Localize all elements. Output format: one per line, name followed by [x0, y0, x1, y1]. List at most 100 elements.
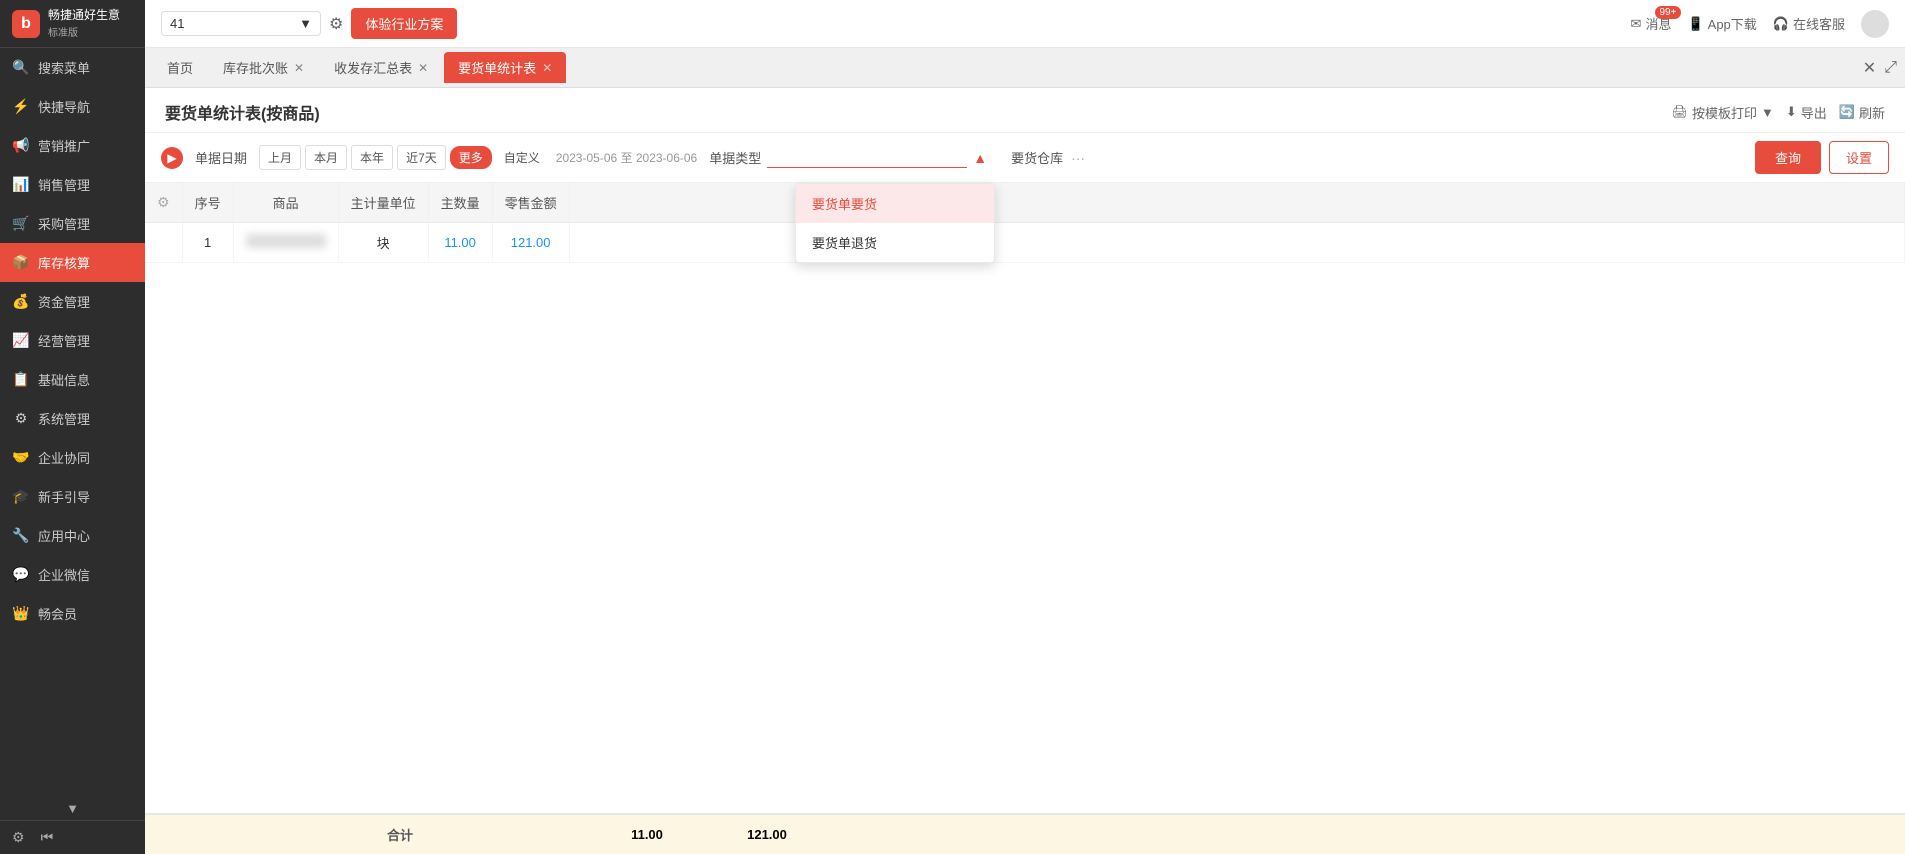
- th-settings[interactable]: ⚙: [145, 183, 182, 223]
- tab-recv-send[interactable]: 收发存汇总表 ✕: [320, 52, 442, 83]
- table-row: 1 块 11.00 121.00: [145, 223, 1905, 263]
- date-range-display: 2023-05-06 至 2023-06-06: [556, 149, 697, 166]
- tabbar: 首页 库存批次账 ✕ 收发存汇总表 ✕ 要货单统计表 ✕ ✕ ⤢: [145, 48, 1905, 88]
- page-actions: 🖨 按模板打印 ▼ ⬇ 导出 🔄 刷新: [1671, 103, 1885, 122]
- settings-icon[interactable]: ⚙: [12, 829, 25, 846]
- sidebar-item-search[interactable]: 🔍 搜索菜单: [0, 48, 145, 87]
- date-filter-buttons: 上月 本月 本年 近7天 更多: [259, 145, 492, 170]
- type-dropdown-arrow[interactable]: ▲: [973, 150, 987, 166]
- app-download-label: App下载: [1708, 14, 1757, 33]
- tab-close-icon[interactable]: ✕: [294, 61, 304, 75]
- sidebar-item-app[interactable]: 🔧 应用中心: [0, 516, 145, 555]
- sidebar-item-label: 资金管理: [38, 292, 90, 311]
- message-icon: ✉: [1631, 16, 1642, 32]
- tab-close-all-icon[interactable]: ✕: [1863, 58, 1876, 78]
- print-label: 按模板打印: [1692, 103, 1757, 122]
- content-area: 要货单统计表(按商品) 🖨 按模板打印 ▼ ⬇ 导出 🔄 刷新 ▶: [145, 88, 1905, 854]
- service-label: 在线客服: [1793, 14, 1845, 33]
- operation-icon: 📈: [12, 332, 30, 350]
- data-table: ⚙ 序号 商品 主计量单位 主数量 零售金额 1 块 11.00 121.0: [145, 183, 1905, 263]
- sidebar-item-collab[interactable]: 🤝 企业协同: [0, 438, 145, 477]
- wechat-icon: 💬: [12, 566, 30, 584]
- dropdown-item-1[interactable]: 要货单退货: [796, 223, 994, 262]
- sidebar-scroll-down[interactable]: ▼: [0, 797, 145, 820]
- dropdown-item-0[interactable]: 要货单要货: [796, 184, 994, 223]
- btn-custom[interactable]: 自定义: [504, 149, 540, 166]
- store-select[interactable]: 41 ▼: [161, 11, 321, 36]
- td-amount[interactable]: 121.00: [492, 223, 569, 263]
- footer-label: 合计: [157, 825, 587, 844]
- tab-inventory-batch[interactable]: 库存批次账 ✕: [209, 52, 318, 83]
- print-action[interactable]: 🖨 按模板打印 ▼: [1671, 103, 1773, 122]
- total-label: 合计: [387, 828, 413, 843]
- settings-btn[interactable]: 设置: [1829, 141, 1889, 174]
- td-qty[interactable]: 11.00: [428, 223, 492, 263]
- td-settings: [145, 223, 182, 263]
- filter-expand-btn[interactable]: ▶: [161, 147, 183, 169]
- system-icon: ⚙: [12, 410, 30, 428]
- sidebar-nav: 🔍 搜索菜单 ⚡ 快捷导航 📢 营销推广 📊 销售管理 🛒 采购管理 📦 库存核…: [0, 48, 145, 797]
- sales-icon: 📊: [12, 176, 30, 194]
- app-download-btn[interactable]: 📱 App下载: [1687, 14, 1756, 33]
- user-avatar[interactable]: [1861, 10, 1889, 38]
- sidebar-item-marketing[interactable]: 📢 营销推广: [0, 126, 145, 165]
- topbar-gear-icon[interactable]: ⚙: [329, 14, 343, 34]
- sidebar-item-label: 快捷导航: [38, 97, 90, 116]
- sidebar-item-operation[interactable]: 📈 经营管理: [0, 321, 145, 360]
- trial-btn[interactable]: 体验行业方案: [351, 8, 457, 39]
- export-action[interactable]: ⬇ 导出: [1786, 103, 1827, 122]
- service-btn[interactable]: 🎧 在线客服: [1773, 14, 1845, 33]
- type-filter-input[interactable]: [767, 148, 967, 168]
- sidebar-item-label: 企业微信: [38, 565, 90, 584]
- refresh-icon: 🔄: [1839, 104, 1855, 120]
- topbar-right: ✉ 消息 99+ 📱 App下载 🎧 在线客服: [1631, 10, 1889, 38]
- sidebar-item-quick[interactable]: ⚡ 快捷导航: [0, 87, 145, 126]
- th-unit: 主计量单位: [338, 183, 428, 223]
- inventory-icon: 📦: [12, 254, 30, 272]
- column-settings-icon[interactable]: ⚙: [157, 194, 170, 210]
- total-qty: 11.00: [587, 827, 707, 842]
- sidebar-item-guide[interactable]: 🎓 新手引导: [0, 477, 145, 516]
- tab-close-active-icon[interactable]: ✕: [542, 61, 552, 75]
- guide-icon: 🎓: [12, 488, 30, 506]
- th-qty: 主数量: [428, 183, 492, 223]
- sidebar-item-inventory[interactable]: 📦 库存核算: [0, 243, 145, 282]
- sidebar-item-base[interactable]: 📋 基础信息: [0, 360, 145, 399]
- sidebar-item-wechat[interactable]: 💬 企业微信: [0, 555, 145, 594]
- filter-bar: ▶ 单据日期 上月 本月 本年 近7天 更多 自定义 2023-05-06 至 …: [145, 132, 1905, 183]
- sidebar-item-purchase[interactable]: 🛒 采购管理: [0, 204, 145, 243]
- warehouse-filter-label: 要货仓库: [1011, 148, 1063, 167]
- app-edition: 标准版: [48, 24, 120, 39]
- td-unit: 块: [338, 223, 428, 263]
- sidebar-item-system[interactable]: ⚙ 系统管理: [0, 399, 145, 438]
- sidebar-item-finance[interactable]: 💰 资金管理: [0, 282, 145, 321]
- query-btn[interactable]: 查询: [1755, 141, 1821, 174]
- btn-this-year[interactable]: 本年: [351, 145, 393, 170]
- tab-close-icon[interactable]: ✕: [418, 61, 428, 75]
- message-btn[interactable]: ✉ 消息 99+: [1631, 14, 1672, 33]
- sidebar-item-member[interactable]: 👑 畅会员: [0, 594, 145, 633]
- topbar: 41 ▼ ⚙ 体验行业方案 ✉ 消息 99+ 📱 App下载 🎧 在线客服: [145, 0, 1905, 48]
- filter-actions: 查询 设置: [1755, 141, 1889, 174]
- warehouse-more-icon[interactable]: ···: [1071, 150, 1085, 166]
- btn-more[interactable]: 更多: [450, 146, 492, 169]
- btn-recent7[interactable]: 近7天: [397, 145, 446, 170]
- member-icon: 👑: [12, 605, 30, 623]
- app-download-icon: 📱: [1687, 16, 1703, 32]
- tab-home[interactable]: 首页: [153, 52, 207, 83]
- sidebar-item-label: 基础信息: [38, 370, 90, 389]
- btn-last-month[interactable]: 上月: [259, 145, 301, 170]
- page-header: 要货单统计表(按商品) 🖨 按模板打印 ▼ ⬇ 导出 🔄 刷新: [145, 88, 1905, 132]
- tab-expand-icon[interactable]: ⤢: [1884, 59, 1897, 77]
- sidebar-item-sales[interactable]: 📊 销售管理: [0, 165, 145, 204]
- tab-order-stat[interactable]: 要货单统计表 ✕: [444, 52, 566, 83]
- sidebar-item-label: 畅会员: [38, 604, 77, 623]
- type-filter-group: 单据类型 ▲: [709, 148, 987, 168]
- collapse-icon[interactable]: ⏮: [41, 829, 54, 846]
- sidebar: b 畅捷通好生意 标准版 🔍 搜索菜单 ⚡ 快捷导航 📢 营销推广 📊 销售管理…: [0, 0, 145, 854]
- topbar-left: 41 ▼ ⚙ 体验行业方案: [161, 8, 1619, 39]
- btn-this-month[interactable]: 本月: [305, 145, 347, 170]
- app-icon: 🔧: [12, 527, 30, 545]
- refresh-action[interactable]: 🔄 刷新: [1839, 103, 1885, 122]
- app-name-container: 畅捷通好生意 标准版: [48, 8, 120, 39]
